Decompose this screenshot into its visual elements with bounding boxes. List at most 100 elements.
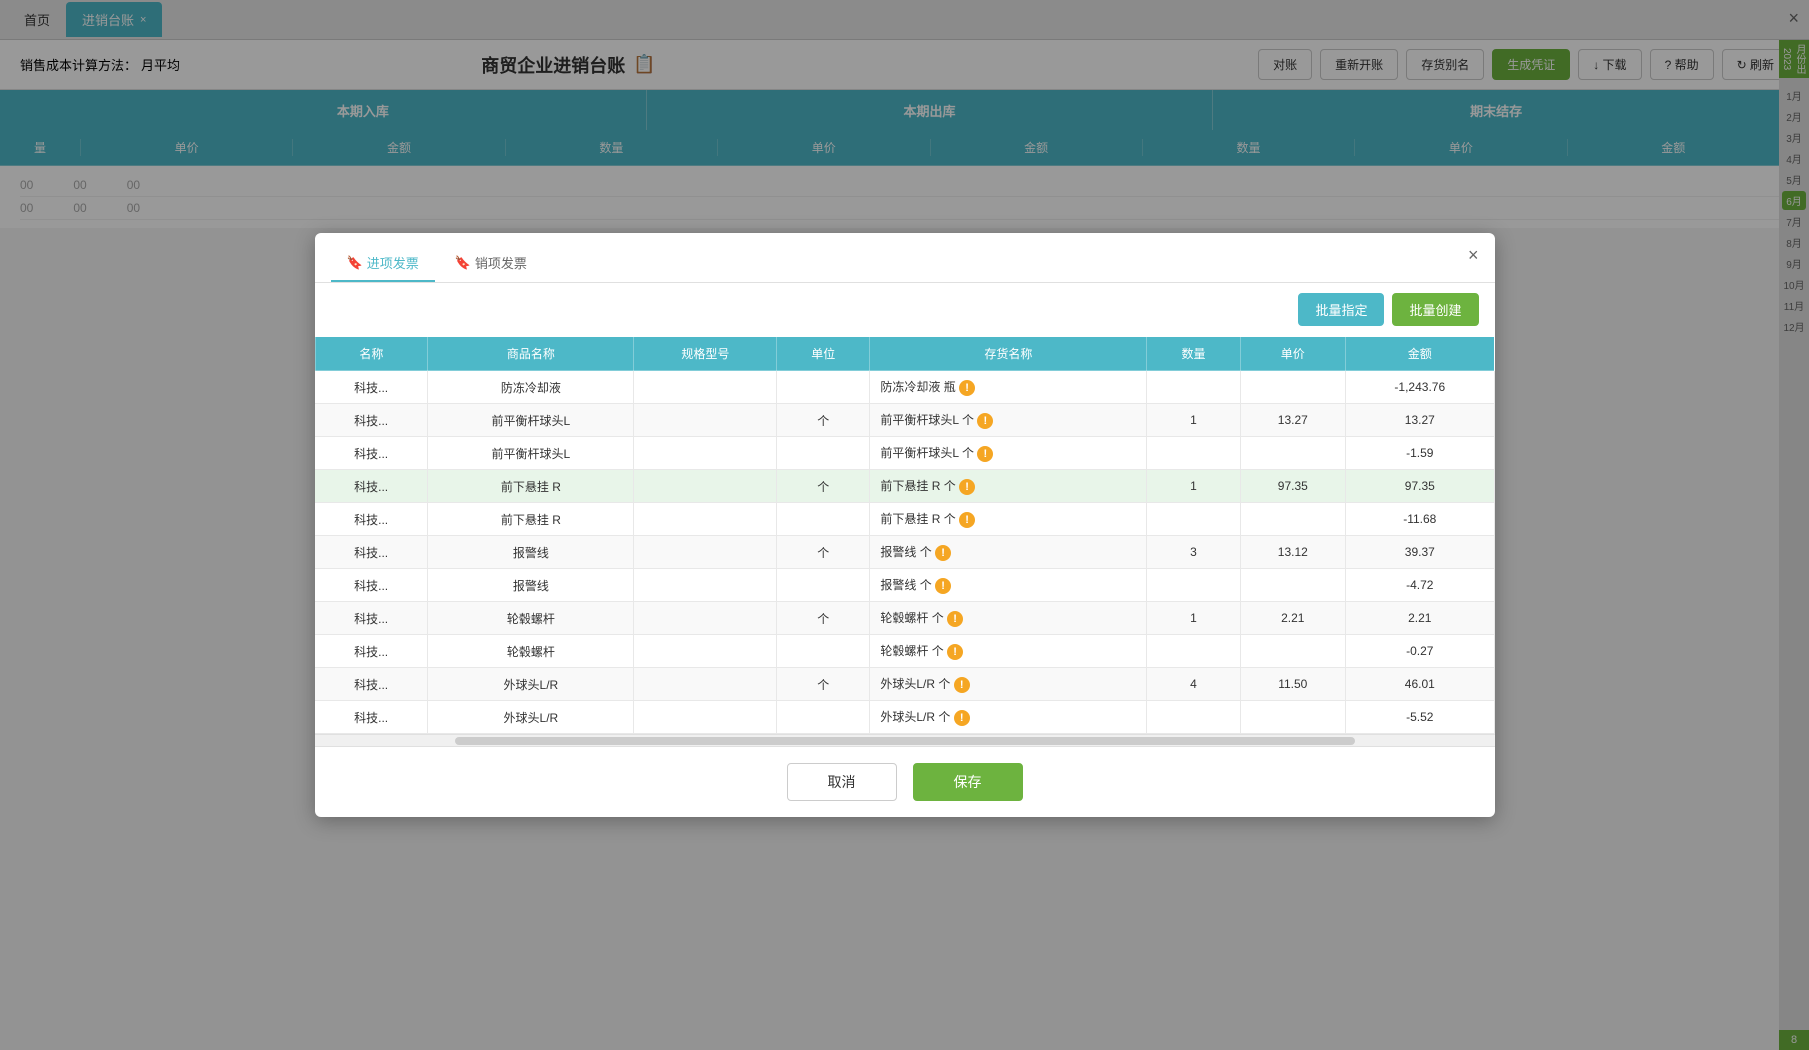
cell-spec xyxy=(634,503,777,536)
cell-stock: 前平衡杆球头L 个 ! xyxy=(870,404,1147,437)
cell-price: 11.50 xyxy=(1240,668,1346,701)
cell-qty xyxy=(1147,371,1240,404)
cell-stock: 前下悬挂 R 个 ! xyxy=(870,470,1147,503)
cell-amount: 13.27 xyxy=(1346,404,1494,437)
cell-unit: 个 xyxy=(777,536,870,569)
cell-name: 科技... xyxy=(315,635,428,668)
cell-name: 科技... xyxy=(315,470,428,503)
warning-icon: ! xyxy=(959,380,975,396)
cell-spec xyxy=(634,404,777,437)
cell-amount: -11.68 xyxy=(1346,503,1494,536)
table-row[interactable]: 科技... 外球头L/R 个 外球头L/R 个 ! 4 11.50 46.01 xyxy=(315,668,1494,701)
cell-name: 科技... xyxy=(315,668,428,701)
warning-icon: ! xyxy=(977,446,993,462)
warning-icon: ! xyxy=(954,710,970,726)
tab-inbound-invoice[interactable]: 🔖 进项发票 xyxy=(331,245,435,282)
cell-qty xyxy=(1147,701,1240,734)
col-amount: 金额 xyxy=(1346,337,1494,371)
cell-price xyxy=(1240,371,1346,404)
cell-price xyxy=(1240,635,1346,668)
cell-spec xyxy=(634,371,777,404)
table-row[interactable]: 科技... 防冻冷却液 防冻冷却液 瓶 ! -1,243.76 xyxy=(315,371,1494,404)
warning-icon: ! xyxy=(977,413,993,429)
cell-qty: 1 xyxy=(1147,404,1240,437)
cell-stock: 防冻冷却液 瓶 ! xyxy=(870,371,1147,404)
cell-price: 2.21 xyxy=(1240,602,1346,635)
cell-unit xyxy=(777,701,870,734)
cancel-button[interactable]: 取消 xyxy=(787,763,897,801)
col-product: 商品名称 xyxy=(428,337,634,371)
cell-unit: 个 xyxy=(777,404,870,437)
cell-product: 前下悬挂 R xyxy=(428,470,634,503)
cell-qty: 4 xyxy=(1147,668,1240,701)
cell-name: 科技... xyxy=(315,701,428,734)
invoice-modal: 🔖 进项发票 🔖 销项发票 × 批量指定 批量创建 名称 商品名称 规格型号 xyxy=(315,233,1495,817)
warning-icon: ! xyxy=(954,677,970,693)
cell-price: 13.12 xyxy=(1240,536,1346,569)
table-row[interactable]: 科技... 轮毂螺杆 个 轮毂螺杆 个 ! 1 2.21 2.21 xyxy=(315,602,1494,635)
table-row[interactable]: 科技... 前平衡杆球头L 个 前平衡杆球头L 个 ! 1 13.27 13.2… xyxy=(315,404,1494,437)
inbound-icon: 🔖 xyxy=(347,255,363,271)
cell-unit xyxy=(777,635,870,668)
cell-name: 科技... xyxy=(315,569,428,602)
cell-spec xyxy=(634,602,777,635)
table-row[interactable]: 科技... 轮毂螺杆 轮毂螺杆 个 ! -0.27 xyxy=(315,635,1494,668)
cell-amount: -5.52 xyxy=(1346,701,1494,734)
invoice-table: 名称 商品名称 规格型号 单位 存货名称 数量 单价 金额 科技... 防冻冷却… xyxy=(315,336,1495,734)
cell-amount: 39.37 xyxy=(1346,536,1494,569)
cell-stock: 外球头L/R 个 ! xyxy=(870,701,1147,734)
cell-product: 报警线 xyxy=(428,536,634,569)
modal-tab-bar: 🔖 进项发票 🔖 销项发票 × xyxy=(315,233,1495,283)
cell-spec xyxy=(634,701,777,734)
inbound-label: 进项发票 xyxy=(367,253,419,272)
cell-name: 科技... xyxy=(315,503,428,536)
cell-stock: 轮毂螺杆 个 ! xyxy=(870,635,1147,668)
cell-qty xyxy=(1147,503,1240,536)
cell-qty xyxy=(1147,437,1240,470)
cell-spec xyxy=(634,437,777,470)
batch-assign-button[interactable]: 批量指定 xyxy=(1298,293,1384,326)
col-unit: 单位 xyxy=(777,337,870,371)
table-row[interactable]: 科技... 报警线 报警线 个 ! -4.72 xyxy=(315,569,1494,602)
warning-icon: ! xyxy=(935,545,951,561)
table-row[interactable]: 科技... 报警线 个 报警线 个 ! 3 13.12 39.37 xyxy=(315,536,1494,569)
cell-amount: -0.27 xyxy=(1346,635,1494,668)
tab-outbound-invoice[interactable]: 🔖 销项发票 xyxy=(439,245,543,282)
warning-icon: ! xyxy=(935,578,951,594)
cell-stock: 报警线 个 ! xyxy=(870,536,1147,569)
col-price: 单价 xyxy=(1240,337,1346,371)
cell-price xyxy=(1240,701,1346,734)
table-row[interactable]: 科技... 前下悬挂 R 个 前下悬挂 R 个 ! 1 97.35 97.35 xyxy=(315,470,1494,503)
modal-footer: 取消 保存 xyxy=(315,746,1495,817)
table-row[interactable]: 科技... 前平衡杆球头L 前平衡杆球头L 个 ! -1.59 xyxy=(315,437,1494,470)
cell-qty: 1 xyxy=(1147,470,1240,503)
scrollbar-thumb[interactable] xyxy=(455,737,1355,745)
cell-spec xyxy=(634,635,777,668)
cell-amount: -4.72 xyxy=(1346,569,1494,602)
modal-close-button[interactable]: × xyxy=(1468,245,1479,266)
table-row[interactable]: 科技... 外球头L/R 外球头L/R 个 ! -5.52 xyxy=(315,701,1494,734)
cell-amount: 46.01 xyxy=(1346,668,1494,701)
cell-unit xyxy=(777,371,870,404)
cell-price xyxy=(1240,569,1346,602)
save-button[interactable]: 保存 xyxy=(913,763,1023,801)
invoice-table-container: 名称 商品名称 规格型号 单位 存货名称 数量 单价 金额 科技... 防冻冷却… xyxy=(315,336,1495,734)
cell-price xyxy=(1240,503,1346,536)
cell-unit: 个 xyxy=(777,602,870,635)
batch-create-button[interactable]: 批量创建 xyxy=(1392,293,1478,326)
col-name: 名称 xyxy=(315,337,428,371)
col-qty: 数量 xyxy=(1147,337,1240,371)
cell-spec xyxy=(634,536,777,569)
cell-name: 科技... xyxy=(315,602,428,635)
cell-qty xyxy=(1147,569,1240,602)
cell-stock: 前下悬挂 R 个 ! xyxy=(870,503,1147,536)
cell-product: 报警线 xyxy=(428,569,634,602)
horizontal-scrollbar[interactable] xyxy=(315,734,1495,746)
cell-product: 防冻冷却液 xyxy=(428,371,634,404)
cell-product: 前平衡杆球头L xyxy=(428,437,634,470)
table-row[interactable]: 科技... 前下悬挂 R 前下悬挂 R 个 ! -11.68 xyxy=(315,503,1494,536)
cell-stock: 报警线 个 ! xyxy=(870,569,1147,602)
cell-price: 13.27 xyxy=(1240,404,1346,437)
cell-unit: 个 xyxy=(777,668,870,701)
cell-price xyxy=(1240,437,1346,470)
